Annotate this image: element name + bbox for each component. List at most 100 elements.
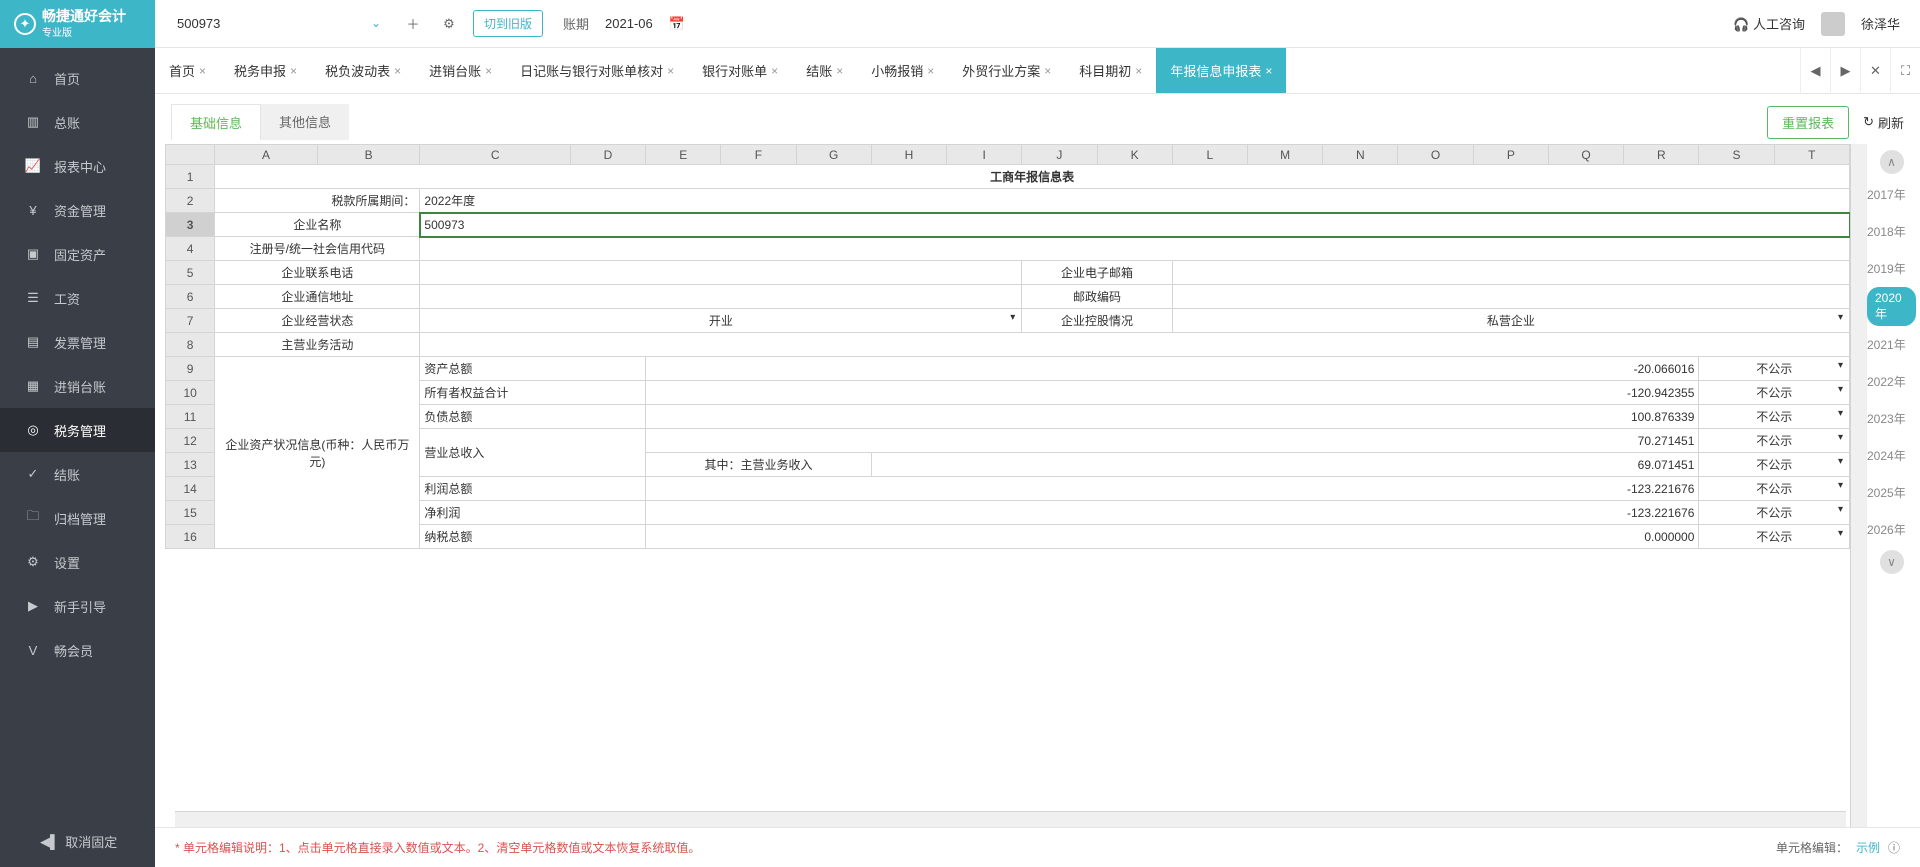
add-button[interactable]: ＋	[401, 12, 425, 36]
year-down-button[interactable]: ∨	[1880, 550, 1904, 574]
year-item[interactable]: 2023年	[1867, 400, 1916, 437]
sidebar-item[interactable]: ⌂首页	[0, 56, 155, 100]
old-version-button[interactable]: 切到旧版	[473, 10, 543, 37]
column-header[interactable]: K	[1097, 145, 1172, 165]
sub-tab-basic[interactable]: 基础信息	[171, 104, 261, 140]
tab[interactable]: 税务申报×	[220, 48, 311, 93]
close-icon[interactable]: ×	[290, 64, 297, 78]
column-header[interactable]: G	[796, 145, 871, 165]
row-header[interactable]: 10	[166, 381, 215, 405]
spreadsheet[interactable]: ABCDEFGHIJKLMNOPQRST 1 工商年报信息表 2 税款所属期间：…	[165, 144, 1850, 549]
fullscreen-icon[interactable]: ⛶	[1890, 48, 1920, 94]
row-header[interactable]: 7	[166, 309, 215, 333]
sidebar-item[interactable]: ¥资金管理	[0, 188, 155, 232]
year-item[interactable]: 2018年	[1867, 213, 1916, 250]
support-link[interactable]: 🎧 人工咨询	[1733, 14, 1805, 33]
sidebar-item[interactable]: ▥总账	[0, 100, 155, 144]
close-icon[interactable]: ×	[394, 64, 401, 78]
tab-scroll-right[interactable]: ▶	[1830, 48, 1860, 94]
calendar-icon[interactable]: 📅	[669, 16, 685, 32]
close-icon[interactable]: ×	[927, 64, 934, 78]
sidebar-item[interactable]: ✓结账	[0, 452, 155, 496]
column-header[interactable]: R	[1624, 145, 1699, 165]
row-header[interactable]: 6	[166, 285, 215, 309]
row-header[interactable]: 14	[166, 477, 215, 501]
column-header[interactable]: I	[947, 145, 1022, 165]
close-icon[interactable]: ×	[1044, 64, 1051, 78]
column-header[interactable]: S	[1699, 145, 1774, 165]
column-header[interactable]: E	[646, 145, 721, 165]
sidebar-item[interactable]: ▤发票管理	[0, 320, 155, 364]
year-item[interactable]: 2019年	[1867, 250, 1916, 287]
sidebar-item[interactable]: ▣固定资产	[0, 232, 155, 276]
close-icon[interactable]: ×	[1135, 64, 1142, 78]
tab[interactable]: 进销台账×	[415, 48, 506, 93]
row-header[interactable]: 16	[166, 525, 215, 549]
row-header[interactable]: 13	[166, 453, 215, 477]
refresh-button[interactable]: ↻ 刷新	[1863, 113, 1904, 132]
sidebar-item[interactable]: ▦进销台账	[0, 364, 155, 408]
unpin-button[interactable]: ◀▌ 取消固定	[0, 816, 155, 867]
row-header[interactable]: 5	[166, 261, 215, 285]
holding-dropdown[interactable]: 私营企业	[1172, 309, 1849, 333]
tab[interactable]: 结账×	[792, 48, 857, 93]
status-dropdown[interactable]: 开业	[420, 309, 1022, 333]
row-header[interactable]: 2	[166, 189, 215, 213]
close-icon[interactable]: ×	[667, 64, 674, 78]
sub-tab-other[interactable]: 其他信息	[261, 104, 349, 140]
tab[interactable]: 税负波动表×	[311, 48, 415, 93]
row-header[interactable]: 15	[166, 501, 215, 525]
column-header[interactable]: H	[871, 145, 946, 165]
column-header[interactable]: J	[1022, 145, 1097, 165]
column-header[interactable]: N	[1323, 145, 1398, 165]
column-header[interactable]: A	[215, 145, 318, 165]
column-header[interactable]: T	[1774, 145, 1849, 165]
column-header[interactable]: D	[570, 145, 645, 165]
close-icon[interactable]: ×	[771, 64, 778, 78]
tab[interactable]: 银行对账单×	[688, 48, 792, 93]
sidebar-item[interactable]: V畅会员	[0, 628, 155, 672]
year-item[interactable]: 2020年	[1867, 287, 1916, 326]
column-header[interactable]: C	[420, 145, 570, 165]
tab-close-all[interactable]: ✕	[1860, 48, 1890, 94]
year-up-button[interactable]: ∧	[1880, 150, 1904, 174]
row-header[interactable]: 9	[166, 357, 215, 381]
row-header[interactable]: 3	[166, 213, 215, 237]
tab[interactable]: 小畅报销×	[857, 48, 948, 93]
label-reg-code[interactable]: 注册号/统一社会信用代码	[215, 237, 420, 261]
tab-scroll-left[interactable]: ◀	[1800, 48, 1830, 94]
year-item[interactable]: 2022年	[1867, 363, 1916, 400]
avatar[interactable]	[1821, 12, 1845, 36]
tab[interactable]: 日记账与银行对账单核对×	[506, 48, 688, 93]
sidebar-item[interactable]: 🗀归档管理	[0, 496, 155, 540]
value-reg-code[interactable]	[420, 237, 1850, 261]
tab[interactable]: 科目期初×	[1065, 48, 1156, 93]
close-icon[interactable]: ×	[1265, 64, 1272, 78]
year-item[interactable]: 2025年	[1867, 474, 1916, 511]
row-header[interactable]: 1	[166, 165, 215, 189]
close-icon[interactable]: ×	[836, 64, 843, 78]
value-company-name[interactable]: 500973	[420, 213, 1850, 237]
help-icon[interactable]: ⓘ	[1888, 839, 1900, 856]
sidebar-item[interactable]: 📈报表中心	[0, 144, 155, 188]
vertical-scrollbar[interactable]	[1850, 144, 1866, 827]
row-header[interactable]: 12	[166, 429, 215, 453]
period-value-cell[interactable]: 2022年度	[420, 189, 1850, 213]
company-selector[interactable]: 500973 ⌄	[169, 9, 389, 39]
year-item[interactable]: 2021年	[1867, 326, 1916, 363]
year-item[interactable]: 2024年	[1867, 437, 1916, 474]
label-company-name[interactable]: 企业名称	[215, 213, 420, 237]
row-header[interactable]: 11	[166, 405, 215, 429]
close-icon[interactable]: ×	[199, 64, 206, 78]
row-header[interactable]: 8	[166, 333, 215, 357]
example-link[interactable]: 示例	[1856, 839, 1880, 856]
regenerate-button[interactable]: 重置报表	[1767, 106, 1849, 139]
sheet-title[interactable]: 工商年报信息表	[215, 165, 1850, 189]
column-header[interactable]: B	[317, 145, 420, 165]
year-item[interactable]: 2026年	[1867, 511, 1916, 548]
horizontal-scrollbar[interactable]	[175, 811, 1846, 827]
column-header[interactable]: O	[1398, 145, 1473, 165]
row-header[interactable]: 4	[166, 237, 215, 261]
period-label-cell[interactable]: 税款所属期间：	[215, 189, 420, 213]
sidebar-item[interactable]: ▶新手引导	[0, 584, 155, 628]
